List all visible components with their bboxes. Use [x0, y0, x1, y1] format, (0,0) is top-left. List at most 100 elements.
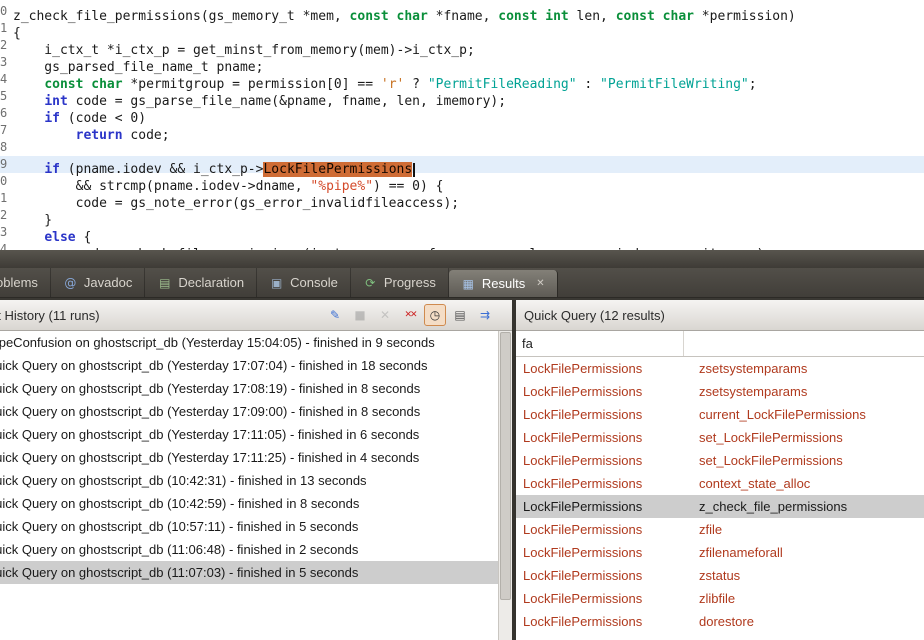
line-number: 0 [0, 4, 8, 18]
code-line[interactable]: 3 else { [0, 224, 924, 245]
code-line[interactable]: 5 int code = gs_parse_file_name(&pname, … [0, 88, 924, 109]
history-scrollbar[interactable] [498, 331, 512, 640]
result-row[interactable]: LockFilePermissions zfile [516, 518, 924, 541]
filter-input[interactable] [516, 336, 683, 351]
quick-query-header[interactable]: Quick Query (12 results) [516, 300, 924, 331]
result-row[interactable]: LockFilePermissions context_state_alloc [516, 472, 924, 495]
code-line[interactable]: 1 code = gs_note_error(gs_error_invalidf… [0, 190, 924, 211]
result-cell-predicate: LockFilePermissions [523, 499, 643, 514]
code-line[interactable]: 4 const char *permitgroup = permission[0… [0, 71, 924, 92]
history-item[interactable]: Quick Query on ghostscript_db (Yesterday… [0, 446, 499, 469]
result-row[interactable]: LockFilePermissions zsetsystemparams [516, 357, 924, 380]
tab-console[interactable]: ▣ Console [257, 268, 351, 297]
code-token: ; [748, 77, 757, 92]
history-item[interactable]: Quick Query on ghostscript_db (Yesterday… [0, 423, 499, 446]
code-token: const char [349, 9, 428, 24]
scrollbar-thumb[interactable] [500, 332, 511, 600]
tab-problems[interactable]: ⚠Problems [0, 268, 51, 297]
result-row[interactable]: LockFilePermissions zsetsystemparams [516, 380, 924, 403]
code-token: code = gs_note_error(gs_error_invalidfil… [13, 196, 460, 211]
code-line[interactable]: 0 z_check_file_permissions(gs_memory_t *m… [0, 3, 924, 24]
tab-javadoc[interactable]: @ Javadoc [51, 268, 146, 297]
code-line[interactable]: 9 if (pname.iodev && i_ctx_p->LockFilePe… [0, 156, 924, 177]
history-item[interactable]: Quick Query on ghostscript_db (11:06:48)… [0, 538, 499, 561]
code-token: "PermitFileWriting" [600, 77, 749, 92]
history-item[interactable]: TypeConfusion on ghostscript_db (Yesterd… [0, 331, 499, 354]
history-item-label: Quick Query on ghostscript_db (11:07:03)… [0, 565, 359, 580]
javadoc-icon: @ [64, 275, 77, 290]
history-toolbar: ✎ ■ ✕ ✕✕ ◷ ▤ ⇉ [324, 304, 496, 326]
code-line[interactable]: 2 i_ctx_t *i_ctx_p = get_minst_from_memo… [0, 37, 924, 58]
close-icon[interactable]: ✕ [536, 278, 544, 289]
result-row[interactable]: LockFilePermissions zlibfile [516, 587, 924, 610]
code-line[interactable]: 4 code = check_file_permissions(i_ctx_p,… [0, 241, 924, 250]
result-cell-location: zsetsystemparams [699, 361, 808, 376]
line-number: 6 [0, 106, 8, 120]
results-table: LockFilePermissions zsetsystemparams LockF… [516, 357, 924, 640]
history-toggle-icon[interactable]: ◷ [424, 304, 446, 326]
history-list: TypeConfusion on ghostscript_db (Yesterd… [0, 331, 499, 640]
quick-query-title: Quick Query (12 results) [524, 307, 665, 323]
result-row[interactable]: LockFilePermissions dorestore [516, 610, 924, 633]
result-cell-predicate: LockFilePermissions [523, 545, 643, 560]
history-item[interactable]: Quick Query on ghostscript_db (10:42:59)… [0, 492, 499, 515]
line-number: 1 [0, 21, 8, 35]
line-number: 5 [0, 89, 8, 103]
tab-strip: ⚠Problems @ Javadoc ▤ Declaration ▣ Console ⟳ Pr… [0, 268, 924, 297]
filter-cell-2[interactable] [684, 331, 924, 356]
line-number: 8 [0, 140, 8, 154]
history-panel-header[interactable]: Result History (11 runs) ✎■✕✕✕◷▤⇉ [0, 300, 512, 331]
result-cell-predicate: LockFilePermissions [523, 568, 643, 583]
quick-query-panel: Quick Query (12 results) LockFilePermiss… [516, 300, 924, 640]
tab-label: Problems [0, 275, 38, 290]
history-panel: Result History (11 runs) ✎■✕✕✕◷▤⇉ TypeCo… [0, 300, 512, 640]
result-cell-location: context_state_alloc [699, 476, 811, 491]
tab-label: Declaration [178, 275, 245, 290]
result-cell-predicate: LockFilePermissions [523, 476, 643, 491]
line-number: 7 [0, 123, 8, 137]
stop-icon[interactable]: ■ [349, 304, 371, 326]
history-item[interactable]: Quick Query on ghostscript_db (10:42:31)… [0, 469, 499, 492]
code-line[interactable]: 0 && strcmp(pname.iodev->dname, "%pipe%"… [0, 173, 924, 194]
history-item-label: Quick Query on ghostscript_db (10:42:31)… [0, 473, 367, 488]
line-number: 2 [0, 38, 8, 52]
new-query-icon[interactable]: ✎ [324, 304, 346, 326]
tab-declaration[interactable]: ▤ Declaration [145, 268, 258, 297]
code-editor[interactable]: 0 z_check_file_permissions(gs_memory_t *m… [0, 0, 924, 250]
remove-icon[interactable]: ✕ [374, 304, 396, 326]
result-row[interactable]: LockFilePermissions current_LockFilePermi… [516, 403, 924, 426]
bottom-panels: Result History (11 runs) ✎■✕✕✕◷▤⇉ TypeCo… [0, 300, 924, 640]
history-item[interactable]: Quick Query on ghostscript_db (10:57:11)… [0, 515, 499, 538]
code-token: : [576, 77, 601, 92]
code-token: const char [615, 9, 694, 24]
history-item[interactable]: Quick Query on ghostscript_db (11:07:03)… [0, 561, 499, 584]
result-cell-location: zsetsystemparams [699, 384, 808, 399]
result-cell-predicate: LockFilePermissions [523, 453, 643, 468]
history-body: TypeConfusion on ghostscript_db (Yesterd… [0, 331, 512, 640]
result-row[interactable]: LockFilePermissions z_check_file_permissi… [516, 495, 924, 518]
result-cell-location: set_LockFilePermissions [699, 453, 843, 468]
result-cell-location: dorestore [699, 614, 754, 629]
remove-all-icon[interactable]: ✕✕ [399, 304, 421, 326]
result-row[interactable]: LockFilePermissions zstatus [516, 564, 924, 587]
line-number: 3 [0, 225, 8, 239]
line-number: 0 [0, 174, 8, 188]
result-cell-predicate: LockFilePermissions [523, 430, 643, 445]
history-item[interactable]: Quick Query on ghostscript_db (Yesterday… [0, 400, 499, 423]
report-icon[interactable]: ▤ [449, 304, 471, 326]
result-row[interactable]: LockFilePermissions set_LockFilePermissio… [516, 426, 924, 449]
history-item[interactable]: Quick Query on ghostscript_db (Yesterday… [0, 377, 499, 400]
result-row[interactable]: LockFilePermissions set_LockFilePermissio… [516, 449, 924, 472]
tab-label: Console [290, 275, 338, 290]
export-icon[interactable]: ⇉ [474, 304, 496, 326]
history-item[interactable]: Quick Query on ghostscript_db (Yesterday… [0, 354, 499, 377]
code-line[interactable]: 7 return code; [0, 122, 924, 143]
tab-progress[interactable]: ⟳ Progress [351, 268, 449, 297]
result-row[interactable]: LockFilePermissions zfilenameforall [516, 541, 924, 564]
horizontal-sash[interactable] [0, 250, 924, 268]
tab-label: Javadoc [83, 275, 133, 290]
tab-results[interactable]: ▦ Results ✕ [448, 270, 558, 297]
code-token: *fname, [427, 9, 499, 24]
declaration-icon: ▤ [159, 275, 171, 290]
